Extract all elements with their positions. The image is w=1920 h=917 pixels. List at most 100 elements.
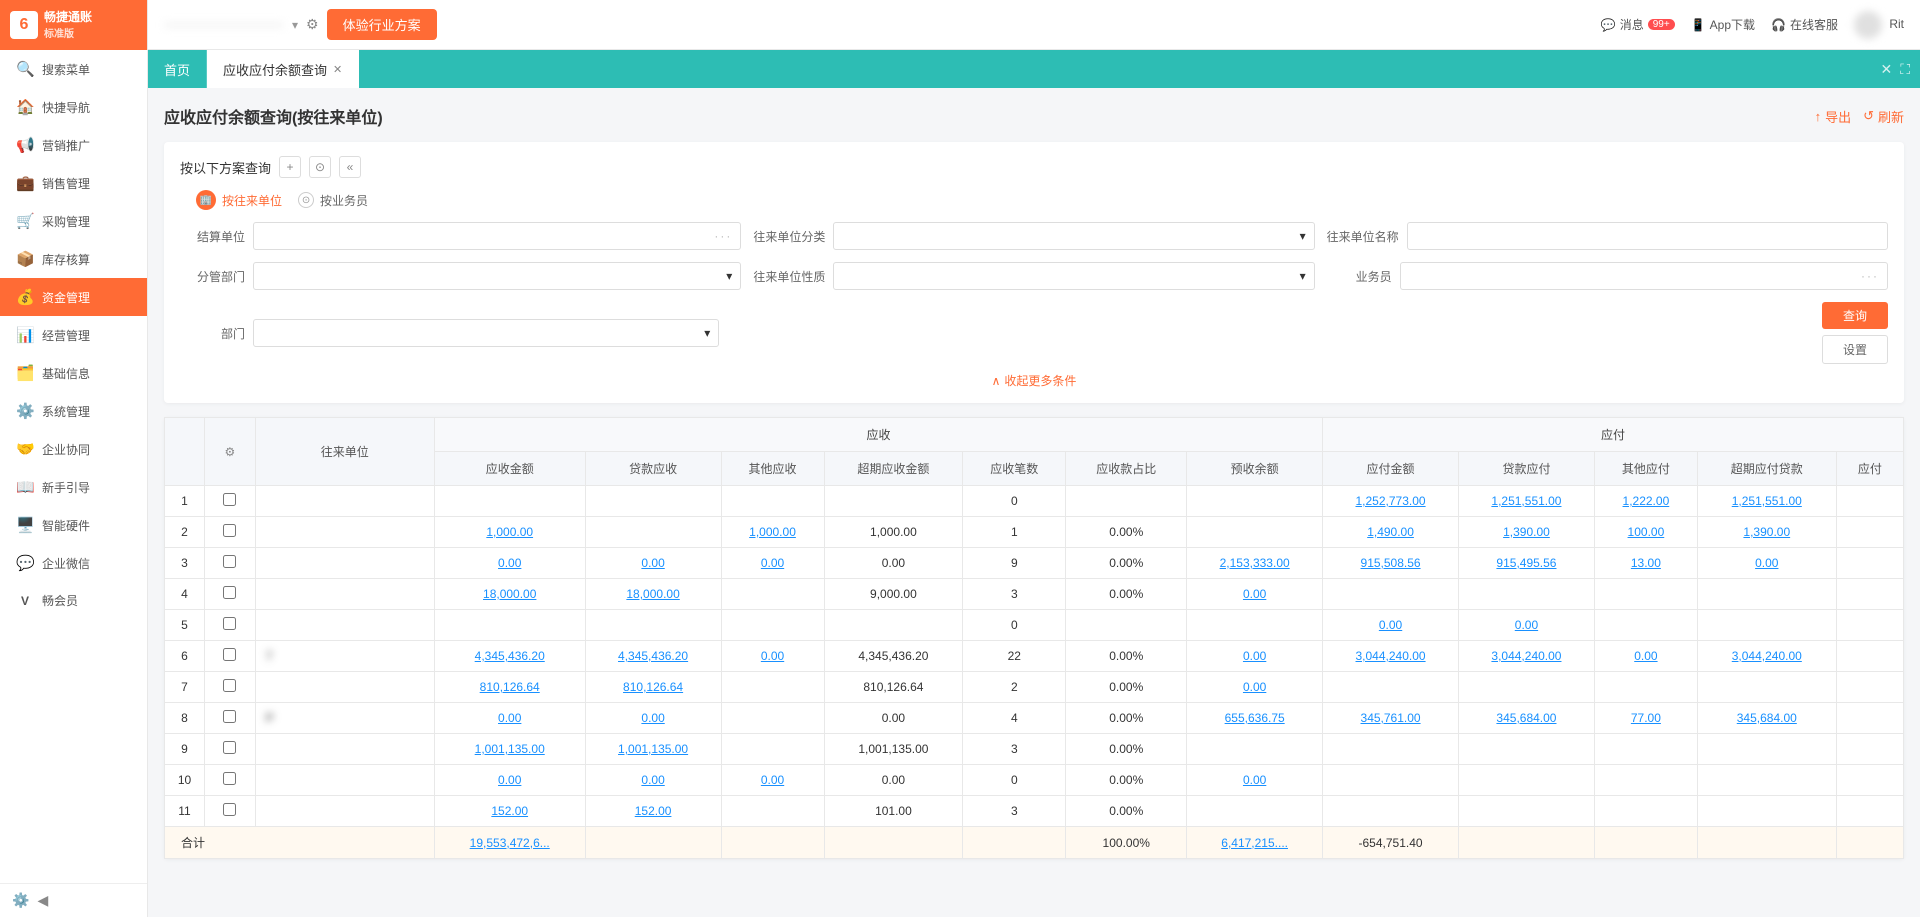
sidebar-item-system[interactable]: ⚙️ 系统管理 — [0, 392, 147, 430]
add-scheme-button[interactable]: + — [279, 156, 301, 178]
sidebar-item-wechat[interactable]: 💬 企业微信 — [0, 544, 147, 582]
row-checkbox[interactable] — [205, 641, 256, 672]
row-ap-other[interactable]: 1,222.00 — [1594, 486, 1697, 517]
maximize-icon[interactable]: ⛶ — [1900, 61, 1910, 78]
row-ap-overdue[interactable]: 1,251,551.00 — [1697, 486, 1836, 517]
party-name-input[interactable] — [1407, 222, 1888, 250]
footer-ar-amount[interactable]: 19,553,472,6... — [434, 827, 585, 859]
row-ap-other[interactable]: 13.00 — [1594, 548, 1697, 579]
tab-home[interactable]: 首页 — [148, 50, 207, 88]
sidebar-item-collab[interactable]: 🤝 企业协同 — [0, 430, 147, 468]
row-ar-prepay[interactable]: 2,153,333.00 — [1187, 548, 1323, 579]
collapse-icon[interactable]: ◀ — [37, 892, 48, 909]
sidebar-item-hardware[interactable]: 🖥️ 智能硬件 — [0, 506, 147, 544]
row-ap-overdue[interactable]: 3,044,240.00 — [1697, 641, 1836, 672]
row-ap-amount[interactable]: 1,252,773.00 — [1323, 486, 1459, 517]
row-ar-amount[interactable]: 1,000.00 — [434, 517, 585, 548]
row-ar-amount[interactable]: 810,126.64 — [434, 672, 585, 703]
row-checkbox[interactable] — [205, 703, 256, 734]
row-ap-overdue[interactable]: 0.00 — [1697, 548, 1836, 579]
row-ar-other[interactable]: 0.00 — [721, 765, 824, 796]
sidebar-item-search[interactable]: 🔍 搜索菜单 — [0, 50, 147, 88]
sidebar-item-marketing[interactable]: 📢 营销推广 — [0, 126, 147, 164]
row-ar-prepay[interactable]: 655,636.75 — [1187, 703, 1323, 734]
salesperson-select[interactable]: ··· — [1400, 262, 1888, 290]
party-category-select[interactable]: ▾ — [833, 222, 1314, 250]
row-ar-amount[interactable]: 4,345,436.20 — [434, 641, 585, 672]
row-ar-loan[interactable]: 18,000.00 — [585, 579, 721, 610]
row-ap-other[interactable]: 0.00 — [1594, 641, 1697, 672]
app-download-button[interactable]: 📱 App下载 — [1691, 16, 1755, 33]
row-ap-loan[interactable]: 915,495.56 — [1459, 548, 1595, 579]
row-ar-other[interactable]: 0.00 — [721, 641, 824, 672]
row-ar-other[interactable]: 0.00 — [721, 548, 824, 579]
row-ar-loan[interactable]: 4,345,436.20 — [585, 641, 721, 672]
party-nature-select[interactable]: ▾ — [833, 262, 1314, 290]
row-ar-prepay[interactable]: 0.00 — [1187, 672, 1323, 703]
sidebar-item-finance[interactable]: 💰 资金管理 — [0, 278, 147, 316]
row-ar-loan[interactable]: 810,126.64 — [585, 672, 721, 703]
row-ap-loan[interactable]: 0.00 — [1459, 610, 1595, 641]
row-ap-loan[interactable]: 3,044,240.00 — [1459, 641, 1595, 672]
footer-ar-prepay[interactable]: 6,417,215.... — [1187, 827, 1323, 859]
row-ar-amount[interactable]: 0.00 — [434, 548, 585, 579]
online-service-button[interactable]: 🎧 在线客服 — [1771, 16, 1838, 33]
sidebar-item-sales[interactable]: 💼 销售管理 — [0, 164, 147, 202]
settings-footer-icon[interactable]: ⚙️ — [12, 892, 29, 909]
collapse-scheme-button[interactable]: « — [339, 156, 361, 178]
plan-button[interactable]: 体验行业方案 — [327, 9, 437, 40]
row-checkbox[interactable] — [205, 548, 256, 579]
row-checkbox[interactable] — [205, 765, 256, 796]
sidebar-item-member[interactable]: V 畅会员 — [0, 582, 147, 619]
scheme-settings-button[interactable]: ⊙ — [309, 156, 331, 178]
dept-select[interactable]: ▾ — [253, 262, 741, 290]
department-select[interactable]: ▾ — [253, 319, 719, 347]
sidebar-item-purchase[interactable]: 🛒 采购管理 — [0, 202, 147, 240]
tab-close-icon[interactable]: ✕ — [333, 63, 342, 76]
row-ar-amount[interactable]: 1,001,135.00 — [434, 734, 585, 765]
tab-arquery[interactable]: 应收应付余额查询 ✕ — [207, 50, 359, 88]
row-checkbox[interactable] — [205, 734, 256, 765]
row-ap-loan[interactable]: 345,684.00 — [1459, 703, 1595, 734]
row-ap-overdue[interactable]: 345,684.00 — [1697, 703, 1836, 734]
row-ar-prepay[interactable]: 0.00 — [1187, 579, 1323, 610]
row-ar-loan[interactable]: 0.00 — [585, 703, 721, 734]
row-ap-loan[interactable]: 1,390.00 — [1459, 517, 1595, 548]
row-ap-overdue[interactable]: 1,390.00 — [1697, 517, 1836, 548]
row-ar-loan[interactable]: 1,001,135.00 — [585, 734, 721, 765]
filter-by-salesperson[interactable]: ⊙ 按业务员 — [298, 190, 368, 210]
row-checkbox[interactable] — [205, 796, 256, 827]
row-ar-prepay[interactable]: 0.00 — [1187, 765, 1323, 796]
row-ap-other[interactable]: 77.00 — [1594, 703, 1697, 734]
export-button[interactable]: ↑ 导出 — [1815, 107, 1852, 126]
message-button[interactable]: 💬 消息 99+ — [1601, 16, 1675, 33]
collapse-button[interactable]: ∧ 收起更多条件 — [180, 372, 1888, 389]
row-ar-amount[interactable]: 0.00 — [434, 703, 585, 734]
row-ap-amount[interactable]: 1,490.00 — [1323, 517, 1459, 548]
row-ap-amount[interactable]: 345,761.00 — [1323, 703, 1459, 734]
row-checkbox[interactable] — [205, 486, 256, 517]
table-settings-icon[interactable]: ⚙ — [224, 445, 235, 459]
row-ap-amount[interactable]: 915,508.56 — [1323, 548, 1459, 579]
close-window-icon[interactable]: ✕ — [1880, 61, 1892, 78]
row-ap-amount[interactable]: 0.00 — [1323, 610, 1459, 641]
row-ar-loan[interactable]: 0.00 — [585, 765, 721, 796]
row-ar-prepay[interactable]: 0.00 — [1187, 641, 1323, 672]
filter-by-party[interactable]: 🏢 按往来单位 — [196, 190, 282, 210]
topbar-dropdown-icon[interactable]: ▾ — [292, 18, 298, 32]
row-ap-other[interactable]: 100.00 — [1594, 517, 1697, 548]
row-ap-loan[interactable]: 1,251,551.00 — [1459, 486, 1595, 517]
sidebar-item-basic[interactable]: 🗂️ 基础信息 — [0, 354, 147, 392]
sidebar-item-inventory[interactable]: 📦 库存核算 — [0, 240, 147, 278]
row-ar-other[interactable]: 1,000.00 — [721, 517, 824, 548]
row-ar-amount[interactable]: 152.00 — [434, 796, 585, 827]
settings-button[interactable]: 设置 — [1822, 335, 1888, 364]
row-checkbox[interactable] — [205, 517, 256, 548]
sidebar-item-guide[interactable]: 📖 新手引导 — [0, 468, 147, 506]
col-settings-header[interactable]: ⚙ — [205, 418, 256, 486]
row-ar-loan[interactable]: 0.00 — [585, 548, 721, 579]
sidebar-item-management[interactable]: 📊 经营管理 — [0, 316, 147, 354]
user-info[interactable]: Rit — [1854, 11, 1904, 39]
refresh-button[interactable]: ↺ 刷新 — [1863, 107, 1904, 126]
row-ap-amount[interactable]: 3,044,240.00 — [1323, 641, 1459, 672]
